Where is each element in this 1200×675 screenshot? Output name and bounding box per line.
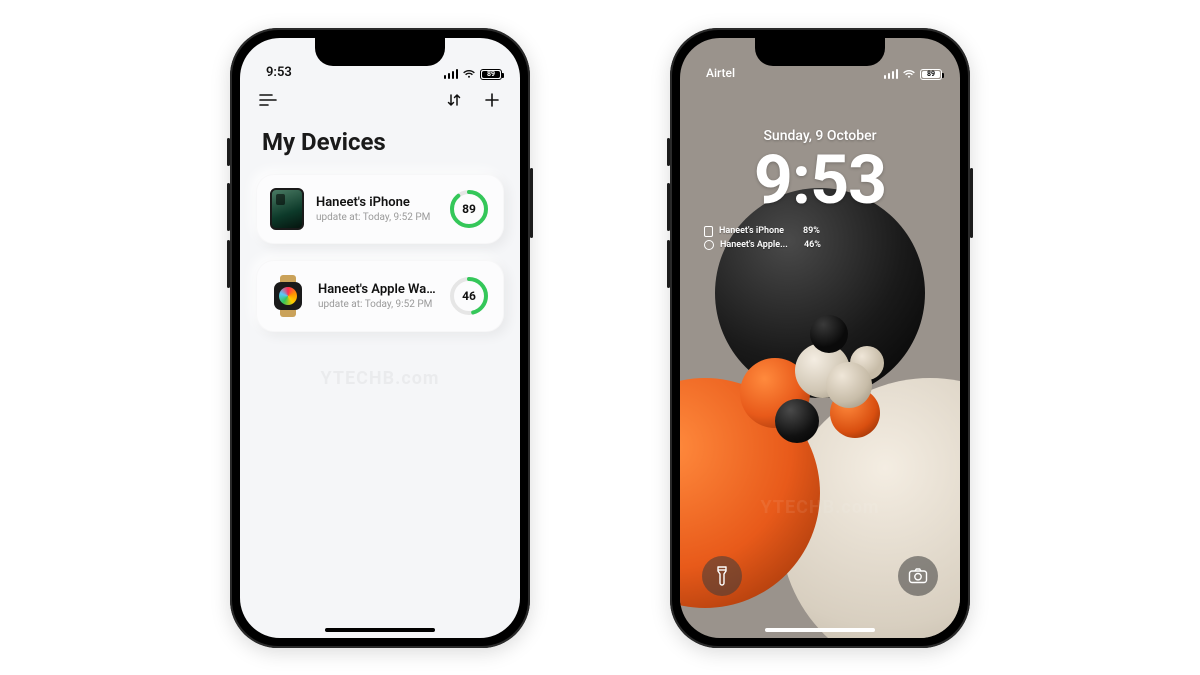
phone-mini-icon [704, 226, 713, 237]
battery-ring: 89 [448, 188, 490, 230]
menu-icon[interactable] [258, 90, 278, 110]
battery-icon: 89 [920, 69, 942, 80]
battery-level: 89 [487, 70, 495, 78]
phone-frame-right: Airtel 89 Sunday, 9 October 9:53 [670, 28, 970, 648]
lock-screen: Airtel 89 Sunday, 9 October 9:53 [680, 38, 960, 638]
device-card[interactable]: Haneet's Apple Wat... update at: Today, … [256, 260, 504, 332]
battery-level: 89 [927, 70, 935, 78]
widget-device-name: Haneet's iPhone [719, 226, 797, 236]
widget-device-value: 89% [803, 226, 820, 236]
watermark: YTECHB.com [240, 368, 520, 389]
battery-widget[interactable]: Haneet's iPhone 89% Haneet's Apple... 46… [704, 226, 960, 250]
device-subtext: update at: Today, 9:52 PM [316, 212, 436, 223]
add-icon[interactable] [482, 90, 502, 110]
widget-device-name: Haneet's Apple... [720, 240, 798, 250]
wifi-icon [462, 69, 476, 79]
camera-button[interactable] [898, 556, 938, 596]
status-carrier: Airtel [706, 66, 735, 80]
watermark: YTECHB.com [680, 497, 960, 518]
device-name: Haneet's Apple Wat... [318, 282, 436, 297]
widget-row: Haneet's iPhone 89% [704, 226, 960, 237]
widget-row: Haneet's Apple... 46% [704, 240, 960, 250]
battery-percent: 46 [448, 275, 490, 317]
flashlight-button[interactable] [702, 556, 742, 596]
lock-time: 9:53 [680, 146, 960, 214]
device-subtext: update at: Today, 9:52 PM [318, 299, 436, 310]
cellular-icon [444, 69, 459, 79]
wifi-icon [902, 69, 916, 79]
cellular-icon [884, 69, 899, 79]
app-screen: 9:53 89 [240, 38, 520, 638]
sort-icon[interactable] [444, 90, 464, 110]
widget-device-value: 46% [804, 240, 821, 250]
battery-ring: 46 [448, 275, 490, 317]
toolbar [240, 82, 520, 114]
device-name: Haneet's iPhone [316, 195, 436, 210]
battery-icon: 89 [480, 69, 502, 80]
page-title: My Devices [240, 114, 520, 174]
device-card[interactable]: Haneet's iPhone update at: Today, 9:52 P… [256, 174, 504, 244]
device-watch-icon [270, 274, 306, 318]
status-time: 9:53 [266, 65, 292, 80]
phone-frame-left: 9:53 89 [230, 28, 530, 648]
device-iphone-icon [270, 188, 304, 230]
watch-mini-icon [704, 240, 714, 250]
battery-percent: 89 [448, 188, 490, 230]
